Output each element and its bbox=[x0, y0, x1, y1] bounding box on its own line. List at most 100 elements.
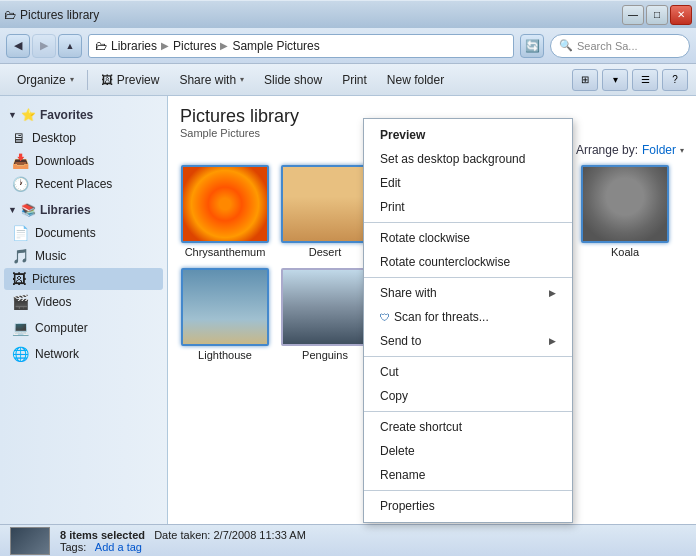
libraries-header[interactable]: ▼ 📚 Libraries bbox=[0, 199, 167, 221]
title-bar-left: 🗁 Pictures library bbox=[4, 8, 99, 22]
thumb-img-penguins bbox=[281, 268, 369, 346]
downloads-label: Downloads bbox=[35, 154, 94, 168]
organize-button[interactable]: Organize ▾ bbox=[8, 67, 83, 93]
libraries-label: Libraries bbox=[40, 203, 91, 217]
close-button[interactable]: ✕ bbox=[670, 5, 692, 25]
print-button[interactable]: Print bbox=[333, 67, 376, 93]
ctx-edit[interactable]: Edit bbox=[364, 171, 572, 195]
thumb-img-chrysanthemum bbox=[181, 165, 269, 243]
preview-button[interactable]: 🖼 Preview bbox=[92, 67, 169, 93]
sidebar-item-recent-places[interactable]: 🕐 Recent Places bbox=[4, 173, 163, 195]
share-with-button[interactable]: Share with ▾ bbox=[170, 67, 253, 93]
favorites-section: ▼ ⭐ Favorites 🖥 Desktop 📥 Downloads 🕐 Re… bbox=[0, 104, 167, 195]
libraries-section: ▼ 📚 Libraries 📄 Documents 🎵 Music 🖼 Pict… bbox=[0, 199, 167, 313]
back-button[interactable]: ◀ bbox=[6, 34, 30, 58]
sidebar-item-computer[interactable]: 💻 Computer bbox=[4, 317, 163, 339]
search-box[interactable]: 🔍 Search Sa... bbox=[550, 34, 690, 58]
title-bar-title: Pictures library bbox=[20, 8, 99, 22]
organize-label: Organize bbox=[17, 73, 66, 87]
new-folder-button[interactable]: New folder bbox=[378, 67, 453, 93]
downloads-icon: 📥 bbox=[12, 153, 29, 169]
up-button[interactable]: ▲ bbox=[58, 34, 82, 58]
pictures-icon: 🖼 bbox=[12, 271, 26, 287]
thumbnail-chrysanthemum[interactable]: Chrysanthemum bbox=[180, 165, 270, 258]
view-dropdown-button[interactable]: ▾ bbox=[602, 69, 628, 91]
address-path[interactable]: 🗁 Libraries ▶ Pictures ▶ Sample Pictures bbox=[88, 34, 514, 58]
ctx-properties[interactable]: Properties bbox=[364, 494, 572, 518]
ctx-copy[interactable]: Copy bbox=[364, 384, 572, 408]
toolbar-separator-1 bbox=[87, 70, 88, 90]
ctx-rotate-cw[interactable]: Rotate clockwise bbox=[364, 226, 572, 250]
sidebar-item-downloads[interactable]: 📥 Downloads bbox=[4, 150, 163, 172]
ctx-send-to[interactable]: Send to ▶ bbox=[364, 329, 572, 353]
sidebar-item-documents[interactable]: 📄 Documents bbox=[4, 222, 163, 244]
penguins-art bbox=[283, 270, 367, 344]
forward-button[interactable]: ▶ bbox=[32, 34, 56, 58]
ctx-sep-5 bbox=[364, 490, 572, 491]
slide-show-label: Slide show bbox=[264, 73, 322, 87]
ctx-create-shortcut[interactable]: Create shortcut bbox=[364, 415, 572, 439]
ctx-print[interactable]: Print bbox=[364, 195, 572, 219]
sidebar-item-music[interactable]: 🎵 Music bbox=[4, 245, 163, 267]
maximize-button[interactable]: □ bbox=[646, 5, 668, 25]
libraries-icon: 📚 bbox=[21, 203, 36, 217]
arrange-dropdown-arrow[interactable]: ▾ bbox=[680, 146, 684, 155]
ctx-scan-threats[interactable]: 🛡Scan for threats... bbox=[364, 305, 572, 329]
ctx-preview[interactable]: Preview bbox=[364, 123, 572, 147]
network-icon: 🌐 bbox=[12, 346, 29, 362]
arrange-value[interactable]: Folder bbox=[642, 143, 676, 157]
help-button[interactable]: ? bbox=[662, 69, 688, 91]
ctx-sep-2 bbox=[364, 277, 572, 278]
thumbnail-desert[interactable]: Desert bbox=[280, 165, 370, 258]
ctx-set-desktop[interactable]: Set as desktop background bbox=[364, 147, 572, 171]
ctx-rename[interactable]: Rename bbox=[364, 463, 572, 487]
favorites-header[interactable]: ▼ ⭐ Favorites bbox=[0, 104, 167, 126]
thumbnail-penguins[interactable]: Penguins bbox=[280, 268, 370, 361]
title-bar: 🗁 Pictures library — □ ✕ bbox=[0, 0, 696, 28]
new-folder-label: New folder bbox=[387, 73, 444, 87]
status-info: 8 items selected Date taken: 2/7/2008 11… bbox=[60, 529, 306, 553]
ctx-sep-4 bbox=[364, 411, 572, 412]
status-count: 8 items selected bbox=[60, 529, 145, 541]
ctx-sep-1 bbox=[364, 222, 572, 223]
thumbnail-koala[interactable]: Koala bbox=[580, 165, 670, 258]
status-tags-value[interactable]: Add a tag bbox=[95, 541, 142, 553]
refresh-button[interactable]: 🔄 bbox=[520, 34, 544, 58]
ctx-rotate-ccw[interactable]: Rotate counterclockwise bbox=[364, 250, 572, 274]
status-date-label: Date taken: bbox=[154, 529, 210, 541]
folder-icon: 🗁 bbox=[4, 8, 16, 22]
path-pictures[interactable]: Pictures bbox=[173, 39, 216, 53]
preview-icon: 🖼 bbox=[101, 73, 113, 87]
path-sample[interactable]: Sample Pictures bbox=[232, 39, 319, 53]
documents-label: Documents bbox=[35, 226, 96, 240]
search-icon: 🔍 bbox=[559, 39, 573, 52]
status-date-value: 2/7/2008 11:33 AM bbox=[214, 529, 306, 541]
ctx-share-with[interactable]: Share with ▶ bbox=[364, 281, 572, 305]
computer-icon: 💻 bbox=[12, 320, 29, 336]
organize-dropdown-arrow: ▾ bbox=[70, 75, 74, 84]
desktop-icon: 🖥 bbox=[12, 130, 26, 146]
chrysanthemum-art bbox=[183, 167, 267, 241]
sidebar-item-videos[interactable]: 🎬 Videos bbox=[4, 291, 163, 313]
videos-label: Videos bbox=[35, 295, 71, 309]
main-area: ▼ ⭐ Favorites 🖥 Desktop 📥 Downloads 🕐 Re… bbox=[0, 96, 696, 524]
sidebar-item-network[interactable]: 🌐 Network bbox=[4, 343, 163, 365]
ctx-delete[interactable]: Delete bbox=[364, 439, 572, 463]
sidebar-item-pictures[interactable]: 🖼 Pictures bbox=[4, 268, 163, 290]
ctx-send-to-label: Send to bbox=[380, 334, 421, 348]
toolbar-right: ⊞ ▾ ☰ ? bbox=[572, 69, 688, 91]
search-placeholder: Search Sa... bbox=[577, 40, 638, 52]
layout-toggle-button[interactable]: ☰ bbox=[632, 69, 658, 91]
thumb-label-koala: Koala bbox=[611, 246, 639, 258]
path-sep-1: ▶ bbox=[161, 40, 169, 51]
network-section: 🌐 Network bbox=[0, 343, 167, 365]
sidebar-item-desktop[interactable]: 🖥 Desktop bbox=[4, 127, 163, 149]
favorites-label: Favorites bbox=[40, 108, 93, 122]
arrange-label: Arrange by: bbox=[576, 143, 638, 157]
thumbnail-lighthouse[interactable]: Lighthouse bbox=[180, 268, 270, 361]
path-libraries[interactable]: Libraries bbox=[111, 39, 157, 53]
view-options-button[interactable]: ⊞ bbox=[572, 69, 598, 91]
ctx-cut[interactable]: Cut bbox=[364, 360, 572, 384]
minimize-button[interactable]: — bbox=[622, 5, 644, 25]
slide-show-button[interactable]: Slide show bbox=[255, 67, 331, 93]
